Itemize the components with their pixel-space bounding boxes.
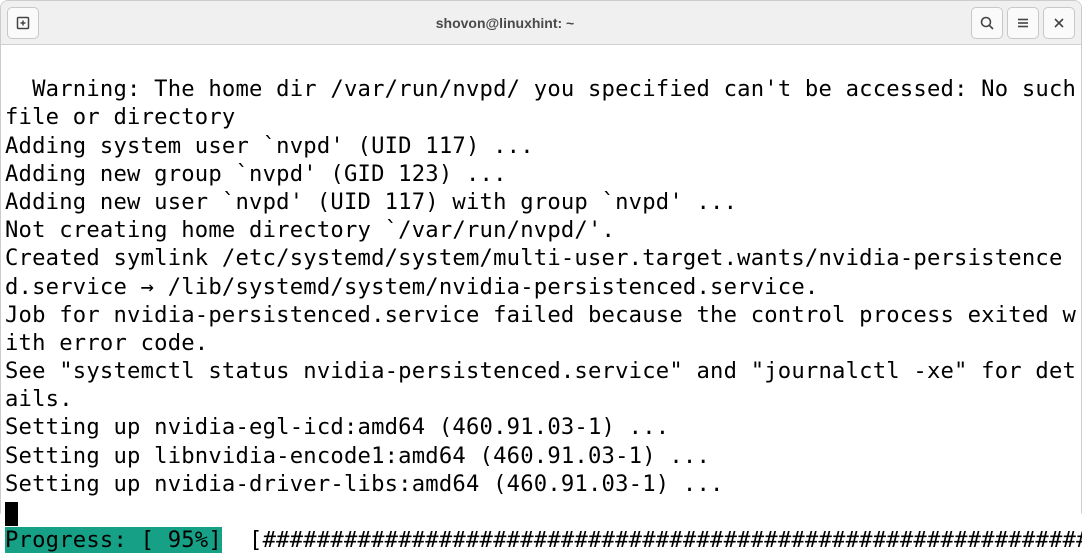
progress-bar: [#######################################…: [222, 527, 1082, 553]
terminal-line: Setting up nvidia-driver-libs:amd64 (460…: [5, 471, 724, 497]
progress-line: Progress: [ 95%] [######################…: [1, 526, 1081, 554]
terminal-line: See "systemctl status nvidia-persistence…: [5, 358, 1076, 412]
new-tab-button[interactable]: [7, 7, 39, 39]
titlebar-right: [971, 7, 1075, 39]
terminal-output[interactable]: Warning: The home dir /var/run/nvpd/ you…: [1, 45, 1081, 526]
terminal-line: Setting up libnvidia-encode1:amd64 (460.…: [5, 443, 710, 469]
titlebar-left: [7, 7, 39, 39]
menu-button[interactable]: [1007, 7, 1039, 39]
progress-label: Progress: [ 95%]: [5, 527, 222, 553]
terminal-line: Job for nvidia-persistenced.service fail…: [5, 302, 1076, 356]
terminal-line: Created symlink /etc/systemd/system/mult…: [5, 245, 1063, 299]
terminal-cursor: [5, 502, 18, 526]
search-button[interactable]: [971, 7, 1003, 39]
terminal-line: Warning: The home dir /var/run/nvpd/ you…: [5, 76, 1082, 130]
terminal-line: Adding system user `nvpd' (UID 117) ...: [5, 133, 534, 159]
terminal-line: Not creating home directory `/var/run/nv…: [5, 217, 615, 243]
terminal-line: Adding new group `nvpd' (GID 123) ...: [5, 161, 507, 187]
terminal-line: Adding new user `nvpd' (UID 117) with gr…: [5, 189, 737, 215]
window-titlebar: shovon@linuxhint: ~: [1, 1, 1081, 45]
close-button[interactable]: [1043, 7, 1075, 39]
terminal-line: Setting up nvidia-egl-icd:amd64 (460.91.…: [5, 414, 669, 440]
window-title: shovon@linuxhint: ~: [39, 15, 971, 31]
